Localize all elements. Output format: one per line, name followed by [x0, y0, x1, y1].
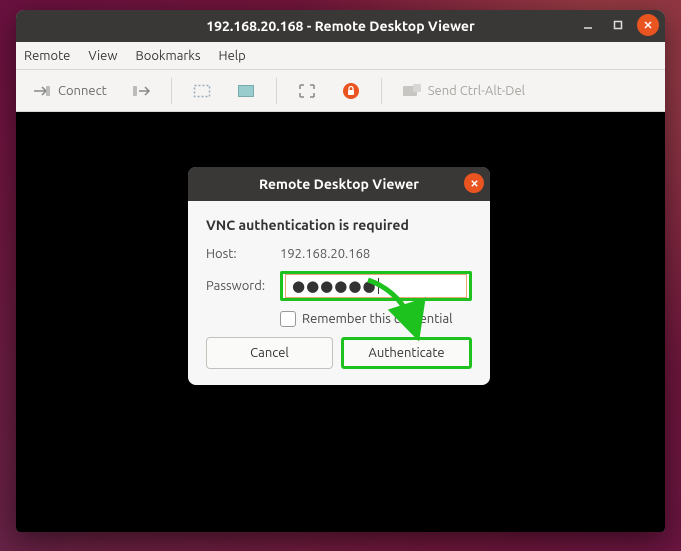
view-only-button[interactable]: [333, 77, 369, 105]
fullscreen-icon: [192, 81, 212, 101]
dialog-body: VNC authentication is required Host: 192…: [188, 201, 490, 385]
remember-checkbox[interactable]: [280, 311, 296, 327]
dialog-title: Remote Desktop Viewer: [259, 176, 419, 192]
connect-button[interactable]: Connect: [24, 77, 115, 105]
host-value: 192.168.20.168: [280, 247, 472, 261]
menu-view[interactable]: View: [88, 49, 117, 63]
dialog-buttons: Cancel Authenticate: [206, 337, 472, 369]
take-screenshot-button[interactable]: [289, 77, 325, 105]
connect-label: Connect: [58, 84, 107, 98]
window-maximize-button[interactable]: [607, 14, 629, 36]
connect-icon: [32, 81, 52, 101]
auth-dialog: Remote Desktop Viewer VNC authentication…: [188, 167, 490, 385]
send-cad-button[interactable]: Send Ctrl-Alt-Del: [394, 77, 533, 105]
toolbar-separator: [381, 78, 382, 104]
menu-remote[interactable]: Remote: [24, 49, 70, 63]
cancel-label: Cancel: [250, 346, 289, 360]
auth-message: VNC authentication is required: [206, 217, 472, 233]
remote-display-area: Remote Desktop Viewer VNC authentication…: [16, 112, 665, 532]
toolbar-separator: [171, 78, 172, 104]
send-cad-label: Send Ctrl-Alt-Del: [428, 84, 525, 98]
menubar: Remote View Bookmarks Help: [16, 42, 665, 70]
scaled-icon: [236, 81, 256, 101]
password-label: Password:: [206, 279, 280, 293]
lock-icon: [341, 81, 361, 101]
disconnect-button[interactable]: [123, 77, 159, 105]
authenticate-button[interactable]: Authenticate: [341, 337, 472, 369]
toolbar: Connect: [16, 70, 665, 112]
app-window: 192.168.20.168 - Remote Desktop Viewer R…: [16, 10, 665, 532]
password-row: Password: ●●●●●●: [206, 271, 472, 301]
window-title: 192.168.20.168 - Remote Desktop Viewer: [206, 18, 475, 34]
titlebar-controls: [577, 14, 659, 36]
screenshot-icon: [297, 81, 317, 101]
disconnect-icon: [131, 81, 151, 101]
remember-row: Remember this credential: [280, 311, 472, 327]
menu-help[interactable]: Help: [219, 49, 246, 63]
toolbar-separator: [276, 78, 277, 104]
menu-bookmarks[interactable]: Bookmarks: [135, 49, 200, 63]
remember-label[interactable]: Remember this credential: [302, 312, 453, 326]
titlebar: 192.168.20.168 - Remote Desktop Viewer: [16, 10, 665, 42]
scaled-button[interactable]: [228, 77, 264, 105]
window-close-button[interactable]: [637, 14, 659, 36]
keyboard-icon: [402, 81, 422, 101]
cancel-button[interactable]: Cancel: [206, 337, 333, 369]
host-row: Host: 192.168.20.168: [206, 247, 472, 261]
password-highlight: ●●●●●●: [280, 271, 472, 301]
dialog-close-button[interactable]: [464, 173, 484, 193]
authenticate-label: Authenticate: [368, 346, 444, 360]
password-mask: ●●●●●●: [292, 277, 377, 295]
window-minimize-button[interactable]: [577, 14, 599, 36]
password-input[interactable]: ●●●●●●: [285, 274, 467, 298]
host-label: Host:: [206, 247, 280, 261]
dialog-titlebar: Remote Desktop Viewer: [188, 167, 490, 201]
text-caret: [378, 278, 379, 294]
fullscreen-button[interactable]: [184, 77, 220, 105]
